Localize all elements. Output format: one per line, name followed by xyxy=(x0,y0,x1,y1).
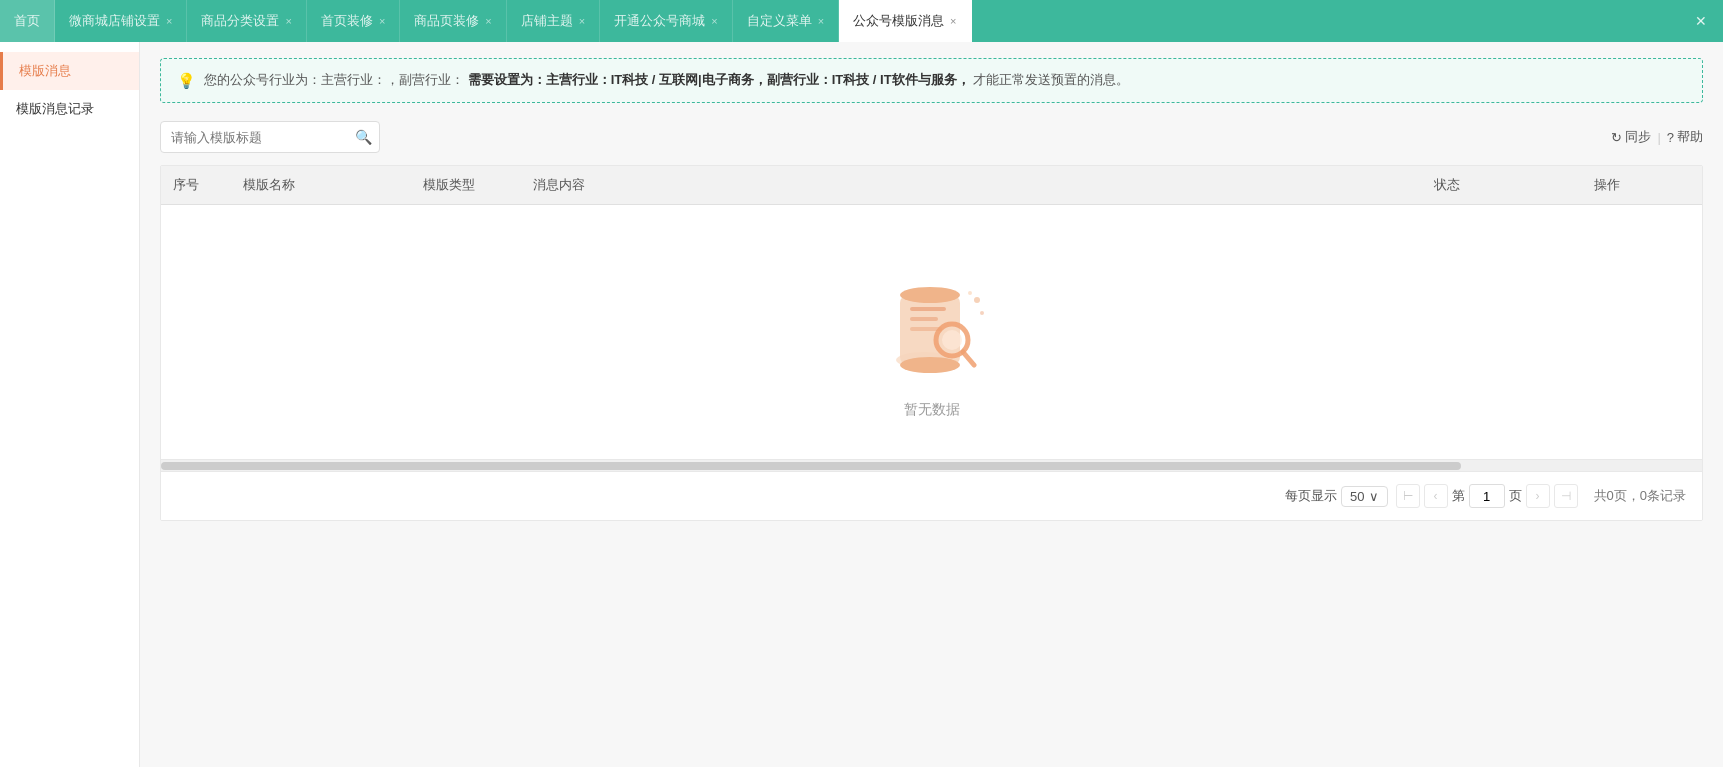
empty-text: 暂无数据 xyxy=(904,401,960,419)
main-content: 💡 您的公众号行业为：主营行业：，副营行业： 需要设置为：主营行业：IT科技 /… xyxy=(140,42,1723,767)
tab-custommenu-label: 自定义菜单 xyxy=(747,12,812,30)
banner-prefix: 您的公众号行业为：主营行业：，副营行业： xyxy=(204,72,464,87)
tab-productpage-label: 商品页装修 xyxy=(414,12,479,30)
col-action: 操作 xyxy=(1582,166,1702,204)
total-info: 共0页，0条记录 xyxy=(1594,487,1686,505)
tab-productpage-close[interactable]: × xyxy=(485,15,491,27)
global-close-button[interactable]: ✕ xyxy=(1679,13,1723,29)
sidebar-item-template-msg-log[interactable]: 模版消息记录 xyxy=(0,90,139,128)
tab-homepage-label: 首页装修 xyxy=(321,12,373,30)
search-bar: 🔍 ↻ 同步 | ? 帮助 xyxy=(160,121,1703,153)
empty-illustration xyxy=(872,265,992,385)
help-button[interactable]: ? 帮助 xyxy=(1667,128,1703,146)
tab-productpage[interactable]: 商品页装修 × xyxy=(400,0,506,42)
tab-weishop-close[interactable]: × xyxy=(166,15,172,27)
top-navigation: 首页 微商城店铺设置 × 商品分类设置 × 首页装修 × 商品页装修 × 店铺主… xyxy=(0,0,1723,42)
tab-shoptheme-label: 店铺主题 xyxy=(521,12,573,30)
svg-point-12 xyxy=(968,291,972,295)
tab-templatemsg[interactable]: 公众号模版消息 × xyxy=(839,0,971,42)
tab-templatemsg-label: 公众号模版消息 xyxy=(853,12,944,30)
svg-point-3 xyxy=(900,357,960,373)
prev-page-button[interactable]: ‹ xyxy=(1424,484,1448,508)
tab-custommenu-close[interactable]: × xyxy=(818,15,824,27)
tab-custommenu[interactable]: 自定义菜单 × xyxy=(733,0,839,42)
page-input[interactable] xyxy=(1469,484,1505,508)
svg-point-8 xyxy=(942,330,962,350)
help-label: 帮助 xyxy=(1677,128,1703,146)
page-label: 第 xyxy=(1452,487,1465,505)
scrollbar-thumb xyxy=(161,462,1461,470)
svg-point-2 xyxy=(900,287,960,303)
tab-category[interactable]: 商品分类设置 × xyxy=(187,0,306,42)
tab-shoptheme-close[interactable]: × xyxy=(579,15,585,27)
sync-icon: ↻ xyxy=(1611,130,1622,145)
page-size-select: 每页显示 50 ∨ xyxy=(1285,486,1387,507)
banner-highlight: 需要设置为：主营行业：IT科技 / 互联网|电子商务，副营行业：IT科技 / I… xyxy=(468,72,970,87)
tab-weishop[interactable]: 微商城店铺设置 × xyxy=(55,0,187,42)
tab-home-label: 首页 xyxy=(14,12,40,30)
data-table: 序号 模版名称 模版类型 消息内容 状态 操作 xyxy=(160,165,1703,521)
search-input[interactable] xyxy=(160,121,380,153)
sidebar-item-template-msg-label: 模版消息 xyxy=(19,63,71,78)
search-icon[interactable]: 🔍 xyxy=(355,129,372,145)
tab-home[interactable]: 首页 xyxy=(0,0,55,42)
main-layout: 模版消息 模版消息记录 💡 您的公众号行业为：主营行业：，副营行业： 需要设置为… xyxy=(0,42,1723,767)
toolbar-divider: | xyxy=(1657,130,1660,145)
chevron-down-icon: ∨ xyxy=(1369,489,1379,504)
table-scrollbar[interactable] xyxy=(161,459,1702,471)
tab-templatemsg-close[interactable]: × xyxy=(950,15,956,27)
tab-homepage-close[interactable]: × xyxy=(379,15,385,27)
page-size-value: 50 xyxy=(1350,489,1364,504)
page-size-dropdown[interactable]: 50 ∨ xyxy=(1341,486,1387,507)
svg-rect-5 xyxy=(910,317,938,321)
col-name: 模版名称 xyxy=(231,166,411,204)
search-left: 🔍 xyxy=(160,121,380,153)
col-type: 模版类型 xyxy=(411,166,521,204)
col-index: 序号 xyxy=(161,166,231,204)
svg-line-9 xyxy=(963,352,974,365)
last-page-button[interactable]: ⊣ xyxy=(1554,484,1578,508)
tab-openshop-close[interactable]: × xyxy=(711,15,717,27)
svg-rect-4 xyxy=(910,307,946,311)
info-banner: 💡 您的公众号行业为：主营行业：，副营行业： 需要设置为：主营行业：IT科技 /… xyxy=(160,58,1703,103)
sync-label: 同步 xyxy=(1625,128,1651,146)
tab-category-label: 商品分类设置 xyxy=(201,12,279,30)
pagination: 每页显示 50 ∨ ⊢ ‹ 第 页 › ⊣ 共0页，0条记录 xyxy=(161,471,1702,520)
table-header: 序号 模版名称 模版类型 消息内容 状态 操作 xyxy=(161,166,1702,205)
search-input-wrap: 🔍 xyxy=(160,121,380,153)
next-page-button[interactable]: › xyxy=(1526,484,1550,508)
tab-openshop-label: 开通公众号商城 xyxy=(614,12,705,30)
empty-state: 暂无数据 xyxy=(161,205,1702,459)
tab-weishop-label: 微商城店铺设置 xyxy=(69,12,160,30)
col-content: 消息内容 xyxy=(521,166,1422,204)
sidebar: 模版消息 模版消息记录 xyxy=(0,42,140,767)
col-status: 状态 xyxy=(1422,166,1582,204)
svg-point-10 xyxy=(974,297,980,303)
sidebar-item-template-msg-log-label: 模版消息记录 xyxy=(16,101,94,116)
page-unit: 页 xyxy=(1509,487,1522,505)
page-size-label: 每页显示 xyxy=(1285,487,1337,505)
sync-button[interactable]: ↻ 同步 xyxy=(1611,128,1651,146)
svg-point-11 xyxy=(980,311,984,315)
tab-category-close[interactable]: × xyxy=(285,15,291,27)
lightbulb-icon: 💡 xyxy=(177,72,196,90)
tab-openshop[interactable]: 开通公众号商城 × xyxy=(600,0,732,42)
tab-shoptheme[interactable]: 店铺主题 × xyxy=(507,0,600,42)
tab-homepage[interactable]: 首页装修 × xyxy=(307,0,400,42)
banner-text: 您的公众号行业为：主营行业：，副营行业： 需要设置为：主营行业：IT科技 / 互… xyxy=(204,71,1129,89)
toolbar-right: ↻ 同步 | ? 帮助 xyxy=(1611,128,1703,146)
page-navigation: ⊢ ‹ 第 页 › ⊣ xyxy=(1396,484,1578,508)
sidebar-item-template-msg[interactable]: 模版消息 xyxy=(0,52,139,90)
help-icon: ? xyxy=(1667,130,1674,145)
first-page-button[interactable]: ⊢ xyxy=(1396,484,1420,508)
banner-suffix: 才能正常发送预置的消息。 xyxy=(973,72,1129,87)
